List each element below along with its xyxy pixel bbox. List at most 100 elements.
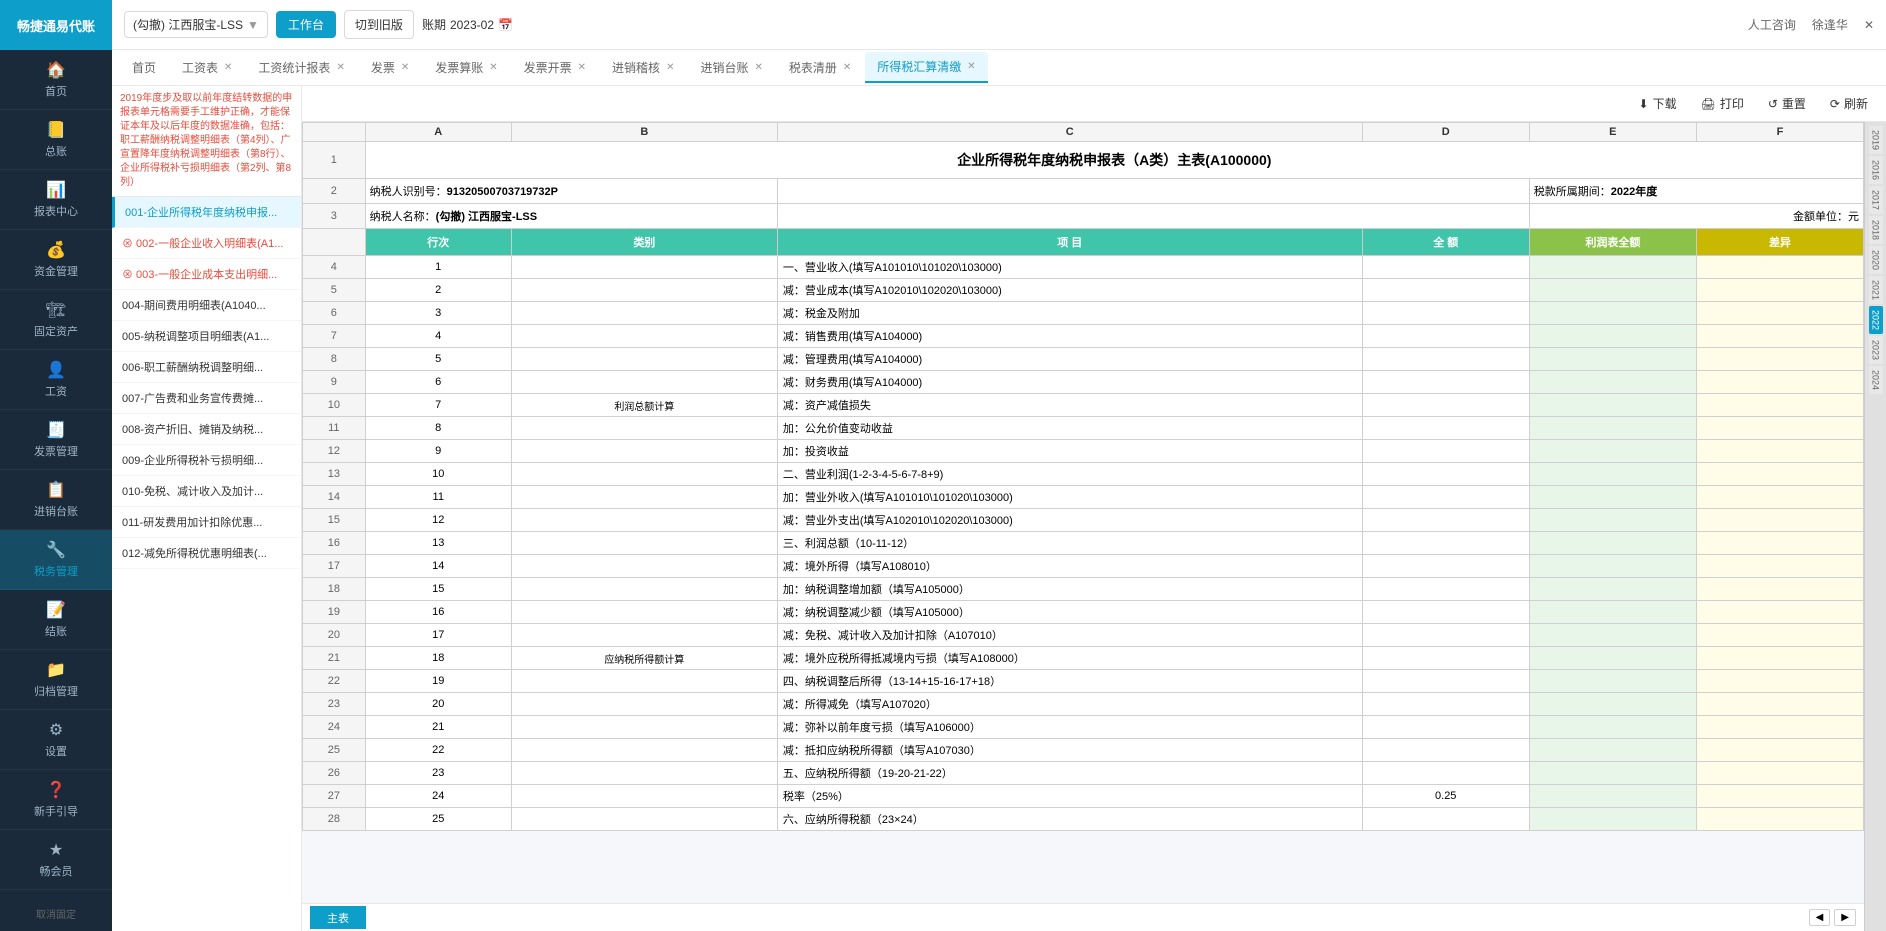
tab-item-2[interactable]: 工资统计报表✕ — [246, 53, 356, 82]
cell-row-num[interactable]: 11 — [365, 486, 511, 509]
sidebar-item-税务管理[interactable]: 🔧税务管理 — [0, 530, 112, 590]
download-button[interactable]: ⬇ 下载 — [1633, 92, 1683, 115]
cell-amount[interactable] — [1362, 762, 1529, 785]
cell-row-num[interactable]: 3 — [365, 302, 511, 325]
cell-profit-amount[interactable] — [1529, 371, 1696, 394]
cell-row-num[interactable]: 14 — [365, 555, 511, 578]
cell-amount[interactable] — [1362, 624, 1529, 647]
cell-profit-amount[interactable] — [1529, 693, 1696, 716]
cell-diff[interactable] — [1696, 302, 1863, 325]
cell-item[interactable]: 减：销售费用(填写A104000) — [777, 325, 1362, 348]
cell-profit-amount[interactable] — [1529, 256, 1696, 279]
cell-profit-amount[interactable] — [1529, 325, 1696, 348]
cell-item[interactable]: 减：纳税调整减少额（填写A105000） — [777, 601, 1362, 624]
menu-item-002[interactable]: ⊗ 002-一般企业收入明细表(A1... — [112, 228, 301, 259]
year-item-2020[interactable]: 2020 — [1869, 246, 1883, 274]
cell-profit-amount[interactable] — [1529, 601, 1696, 624]
cell-profit-amount[interactable] — [1529, 808, 1696, 831]
cell-profit-amount[interactable] — [1529, 463, 1696, 486]
year-item-2021[interactable]: 2021 — [1869, 276, 1883, 304]
cell-row-num[interactable]: 22 — [365, 739, 511, 762]
cell-amount[interactable] — [1362, 256, 1529, 279]
tab-close-icon[interactable]: ✕ — [224, 62, 232, 73]
tab-item-6[interactable]: 进销稽核✕ — [600, 53, 686, 82]
cell-row-num[interactable]: 17 — [365, 624, 511, 647]
cell-amount[interactable] — [1362, 371, 1529, 394]
cell-profit-amount[interactable] — [1529, 440, 1696, 463]
sidebar-item-归档管理[interactable]: 📁归档管理 — [0, 650, 112, 710]
cell-category[interactable] — [511, 693, 777, 716]
cell-category[interactable] — [511, 670, 777, 693]
menu-item-011[interactable]: 011-研发费用加计扣除优惠... — [112, 507, 301, 538]
cell-category[interactable] — [511, 739, 777, 762]
user-service[interactable]: 人工咨询 — [1748, 16, 1796, 33]
cell-row-num[interactable]: 9 — [365, 440, 511, 463]
close-window-icon[interactable]: ✕ — [1864, 18, 1874, 32]
cell-category[interactable] — [511, 509, 777, 532]
sidebar-footer[interactable]: 取消固定 — [0, 896, 112, 931]
cell-category[interactable] — [511, 302, 777, 325]
menu-item-003[interactable]: ⊗ 003-一般企业成本支出明细... — [112, 259, 301, 290]
cell-profit-amount[interactable] — [1529, 394, 1696, 417]
cell-profit-amount[interactable] — [1529, 785, 1696, 808]
cell-row-num[interactable]: 8 — [365, 417, 511, 440]
cell-row-num[interactable]: 24 — [365, 785, 511, 808]
cell-diff[interactable] — [1696, 693, 1863, 716]
cell-category[interactable] — [511, 325, 777, 348]
menu-item-009[interactable]: 009-企业所得税补亏损明细... — [112, 445, 301, 476]
cell-profit-amount[interactable] — [1529, 670, 1696, 693]
cell-item[interactable]: 二、营业利润(1-2-3-4-5-6-7-8+9) — [777, 463, 1362, 486]
cell-diff[interactable] — [1696, 670, 1863, 693]
cell-item[interactable]: 减：资产减值损失 — [777, 394, 1362, 417]
cell-diff[interactable] — [1696, 279, 1863, 302]
year-item-2024[interactable]: 2024 — [1869, 366, 1883, 394]
year-item-2022[interactable]: 2022 — [1869, 306, 1883, 334]
cell-item[interactable]: 加：纳税调整增加额（填写A105000） — [777, 578, 1362, 601]
cell-profit-amount[interactable] — [1529, 716, 1696, 739]
cell-amount[interactable] — [1362, 302, 1529, 325]
cell-category[interactable] — [511, 371, 777, 394]
menu-item-006[interactable]: 006-职工薪酬纳税调整明细... — [112, 352, 301, 383]
cell-category[interactable]: 利润总额计算 — [511, 394, 777, 417]
cell-item[interactable]: 减：境外所得（填写A108010） — [777, 555, 1362, 578]
cell-row-num[interactable]: 21 — [365, 716, 511, 739]
tab-close-icon[interactable]: ✕ — [843, 62, 851, 73]
cell-row-num[interactable]: 10 — [365, 463, 511, 486]
cell-category[interactable]: 应纳税所得额计算 — [511, 647, 777, 670]
cell-category[interactable] — [511, 348, 777, 371]
cell-category[interactable] — [511, 417, 777, 440]
cell-diff[interactable] — [1696, 808, 1863, 831]
menu-item-012[interactable]: 012-减免所得税优惠明细表(... — [112, 538, 301, 569]
cell-diff[interactable] — [1696, 440, 1863, 463]
cell-amount[interactable] — [1362, 601, 1529, 624]
sidebar-item-总账[interactable]: 📒总账 — [0, 110, 112, 170]
cell-row-num[interactable]: 4 — [365, 325, 511, 348]
cell-profit-amount[interactable] — [1529, 302, 1696, 325]
cell-row-num[interactable]: 15 — [365, 578, 511, 601]
cell-amount[interactable] — [1362, 486, 1529, 509]
cell-item[interactable]: 减：弥补以前年度亏损（填写A106000） — [777, 716, 1362, 739]
cell-diff[interactable] — [1696, 371, 1863, 394]
sidebar-item-新手引导[interactable]: ❓新手引导 — [0, 770, 112, 830]
tab-item-5[interactable]: 发票开票✕ — [512, 53, 598, 82]
sidebar-item-畅会员[interactable]: ★畅会员 — [0, 830, 112, 890]
year-item-2023[interactable]: 2023 — [1869, 336, 1883, 364]
cell-row-num[interactable]: 5 — [365, 348, 511, 371]
cell-row-num[interactable]: 12 — [365, 509, 511, 532]
menu-item-010[interactable]: 010-免税、减计收入及加计... — [112, 476, 301, 507]
cell-item[interactable]: 五、应纳税所得额（19-20-21-22） — [777, 762, 1362, 785]
cell-diff[interactable] — [1696, 486, 1863, 509]
cell-item[interactable]: 减：财务费用(填写A104000) — [777, 371, 1362, 394]
cell-diff[interactable] — [1696, 716, 1863, 739]
cell-item[interactable]: 三、利润总额（10-11-12） — [777, 532, 1362, 555]
cell-row-num[interactable]: 6 — [365, 371, 511, 394]
cell-amount[interactable] — [1362, 670, 1529, 693]
menu-item-008[interactable]: 008-资产折旧、摊销及纳税... — [112, 414, 301, 445]
cell-item[interactable]: 加：投资收益 — [777, 440, 1362, 463]
cell-category[interactable] — [511, 716, 777, 739]
cell-item[interactable]: 一、营业收入(填写A101010\101020\103000) — [777, 256, 1362, 279]
sidebar-item-结账[interactable]: 📝结账 — [0, 590, 112, 650]
year-item-2018[interactable]: 2018 — [1869, 216, 1883, 244]
sidebar-item-工资[interactable]: 👤工资 — [0, 350, 112, 410]
cell-profit-amount[interactable] — [1529, 555, 1696, 578]
